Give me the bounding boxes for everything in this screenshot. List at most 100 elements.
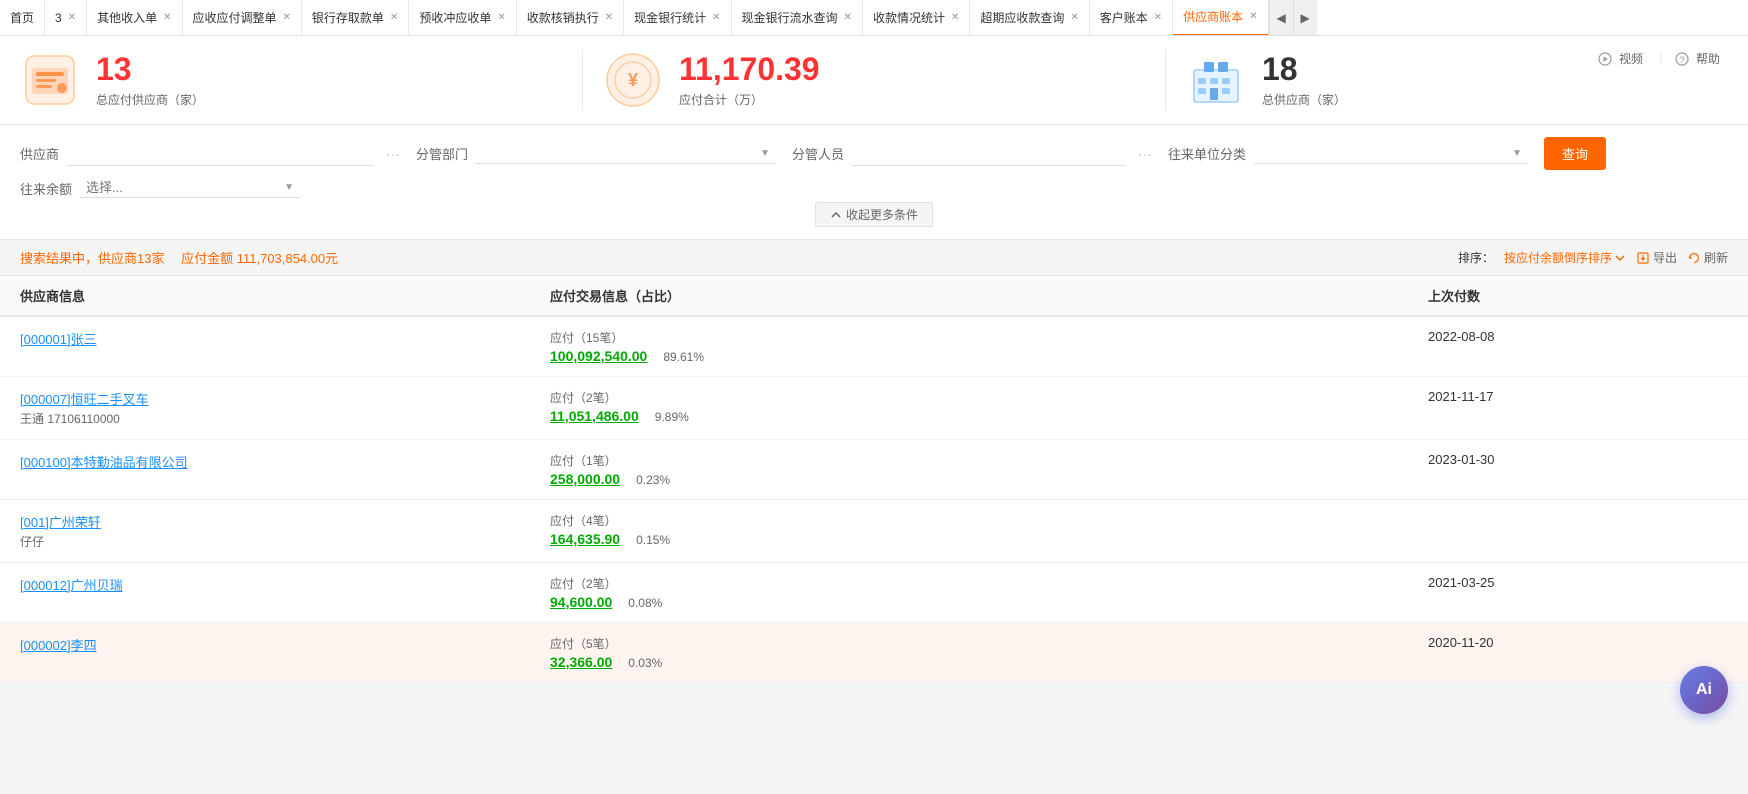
nav-tab-receipt-exec[interactable]: 收款核销执行 ✕ xyxy=(517,0,624,36)
nav-tab-other-income[interactable]: 其他收入单 ✕ xyxy=(87,0,182,36)
close-icon[interactable]: ✕ xyxy=(712,12,720,23)
nav-tab-bank-deposit[interactable]: 银行存取款单 ✕ xyxy=(302,0,409,36)
ai-assistant-button[interactable]: Ai xyxy=(1680,666,1728,714)
tx-row: 94,600.00 0.08% xyxy=(550,592,1428,610)
supplier-table: 供应商信息 应付交易信息（占比） 上次付数 [000001]张三 应付（15笔）… xyxy=(0,276,1748,683)
video-link[interactable]: 视频 xyxy=(1598,50,1647,67)
tx-info-cell: 应付（2笔） 94,600.00 0.08% xyxy=(550,575,1428,610)
nav-tab-overdue-ar[interactable]: 超期应收款查询 ✕ xyxy=(970,0,1089,36)
filter-dept: 分管部门 ▼ xyxy=(416,144,776,164)
close-icon[interactable]: ✕ xyxy=(68,12,76,23)
tx-label: 应付（2笔） xyxy=(550,575,1428,592)
stat-info-payable-suppliers: 13 总应付供应商（家） xyxy=(96,52,204,108)
nav-scroll-right[interactable]: ▶ xyxy=(1293,0,1317,36)
supplier-filter-label: 供应商 xyxy=(20,144,59,163)
col-header-supplier: 供应商信息 xyxy=(20,286,550,305)
close-icon[interactable]: ✕ xyxy=(605,12,613,23)
ai-btn-label: Ai xyxy=(1696,681,1712,699)
filter-supplier: 供应商 ··· xyxy=(20,142,400,166)
tx-amount-link[interactable]: 94,600.00 xyxy=(550,594,612,610)
export-button[interactable]: 导出 xyxy=(1636,249,1677,266)
nav-tab-customer-ledger[interactable]: 客户账本 ✕ xyxy=(1090,0,1173,36)
collapse-bar: 收起更多条件 xyxy=(20,202,1728,227)
sort-value[interactable]: 按应付余额倒序排序 xyxy=(1504,249,1626,266)
dept-filter-label: 分管部门 xyxy=(416,144,468,163)
tx-row: 32,366.00 0.03% xyxy=(550,652,1428,670)
result-bar: 搜索结果中，供应商13家 应付金额 111,703,854.00元 排序： 按应… xyxy=(0,240,1748,276)
tx-label: 应付（5笔） xyxy=(550,635,1428,652)
tx-amount-link[interactable]: 32,366.00 xyxy=(550,654,612,670)
close-icon[interactable]: ✕ xyxy=(497,12,505,23)
help-link[interactable]: ? 帮助 xyxy=(1675,50,1724,67)
tx-info-cell: 应付（15笔） 100,092,540.00 89.61% xyxy=(550,329,1428,364)
person-input[interactable] xyxy=(852,142,1126,166)
tx-percent: 0.15% xyxy=(636,533,670,547)
tx-info-cell: 应付（4笔） 164,635.90 0.15% xyxy=(550,512,1428,547)
tx-amount-link[interactable]: 11,051,486.00 xyxy=(550,408,639,424)
refresh-button[interactable]: 刷新 xyxy=(1687,249,1728,266)
supplier-dots-icon[interactable]: ··· xyxy=(386,146,400,162)
close-icon[interactable]: ✕ xyxy=(844,12,852,23)
nav-tab-receipt-stats-label: 收款情况统计 xyxy=(873,9,945,26)
person-dots-icon[interactable]: ··· xyxy=(1138,146,1152,162)
stat-divider-1 xyxy=(582,50,583,110)
tx-row: 164,635.90 0.15% xyxy=(550,529,1428,547)
nav-tab-receipt-exec-label: 收款核销执行 xyxy=(527,9,599,26)
nav-tab-cash-bank-stats[interactable]: 现金银行统计 ✕ xyxy=(624,0,731,36)
category-select-input[interactable] xyxy=(1260,146,1508,161)
nav-tab-home[interactable]: 首页 xyxy=(0,0,45,36)
nav-tab-cash-bank-flow[interactable]: 现金银行流水查询 ✕ xyxy=(732,0,863,36)
dept-select[interactable]: ▼ xyxy=(476,144,776,164)
balance-select-input[interactable] xyxy=(86,180,280,195)
supplier-name-link[interactable]: [000001]张三 xyxy=(20,329,550,348)
tx-label: 应付（2笔） xyxy=(550,389,1428,406)
result-amount: 应付金额 111,703,854.00元 xyxy=(181,251,338,266)
close-icon[interactable]: ✕ xyxy=(283,12,291,23)
supplier-info-cell: [000100]本特勤油品有限公司 xyxy=(20,452,550,473)
supplier-name-link[interactable]: [000002]李四 xyxy=(20,635,550,654)
filter-row-2: 往来余额 ▼ xyxy=(20,178,1728,198)
result-prefix: 搜索结果中，供应商13家 xyxy=(20,251,164,266)
close-icon[interactable]: ✕ xyxy=(1154,12,1162,23)
table-row: [001]广州荣轩 仔仔 应付（4笔） 164,635.90 0.15% xyxy=(0,500,1748,563)
dept-select-input[interactable] xyxy=(482,146,756,161)
tx-amount-link[interactable]: 164,635.90 xyxy=(550,531,620,547)
nav-tab-ar-ap-adjust[interactable]: 应收应付调整单 ✕ xyxy=(183,0,302,36)
tx-percent: 89.61% xyxy=(663,350,704,364)
tx-percent: 0.03% xyxy=(628,656,662,670)
nav-tab-supplier-ledger[interactable]: 供应商账本 ✕ xyxy=(1173,0,1268,36)
tx-label: 应付（15笔） xyxy=(550,329,1428,346)
top-right-links: 视频 ｜ ? 帮助 xyxy=(1594,50,1728,67)
tx-row: 100,092,540.00 89.61% xyxy=(550,346,1428,364)
supplier-name-link[interactable]: [000100]本特勤油品有限公司 xyxy=(20,452,550,471)
nav-tab-prepay-offset[interactable]: 预收冲应收单 ✕ xyxy=(409,0,516,36)
payable-suppliers-number: 13 xyxy=(96,52,204,87)
nav-tab-customer-ledger-label: 客户账本 xyxy=(1100,9,1148,26)
nav-tab-3[interactable]: 3 ✕ xyxy=(45,0,87,36)
category-select[interactable]: ▼ xyxy=(1254,144,1528,164)
tx-amount-link[interactable]: 100,092,540.00 xyxy=(550,348,647,364)
close-icon[interactable]: ✕ xyxy=(390,12,398,23)
nav-tab-receipt-stats[interactable]: 收款情况统计 ✕ xyxy=(863,0,970,36)
tx-percent: 0.23% xyxy=(636,473,670,487)
close-icon[interactable]: ✕ xyxy=(1070,12,1078,23)
tx-info-cell: 应付（2笔） 11,051,486.00 9.89% xyxy=(550,389,1428,424)
close-icon[interactable]: ✕ xyxy=(163,12,171,23)
query-button[interactable]: 查询 xyxy=(1544,137,1606,170)
supplier-name-link[interactable]: [001]广州荣轩 xyxy=(20,512,550,531)
filter-category: 往来单位分类 ▼ xyxy=(1168,144,1528,164)
table-header: 供应商信息 应付交易信息（占比） 上次付数 xyxy=(0,276,1748,317)
close-icon[interactable]: ✕ xyxy=(1249,11,1257,22)
chevron-down-icon xyxy=(1614,252,1626,264)
tx-row: 11,051,486.00 9.89% xyxy=(550,406,1428,424)
supplier-name-link[interactable]: [000007]恒旺二手叉车 xyxy=(20,389,550,408)
collapse-button[interactable]: 收起更多条件 xyxy=(815,202,933,227)
nav-scroll-left[interactable]: ◀ xyxy=(1269,0,1293,36)
close-icon[interactable]: ✕ xyxy=(951,12,959,23)
supplier-name-link[interactable]: [000012]广州贝瑞 xyxy=(20,575,550,594)
supplier-input[interactable] xyxy=(67,142,374,166)
tx-amount-link[interactable]: 258,000.00 xyxy=(550,471,620,487)
nav-tab-other-income-label: 其他收入单 xyxy=(97,9,157,26)
balance-select[interactable]: ▼ xyxy=(80,178,300,198)
supplier-contact: 仔仔 xyxy=(20,533,550,550)
